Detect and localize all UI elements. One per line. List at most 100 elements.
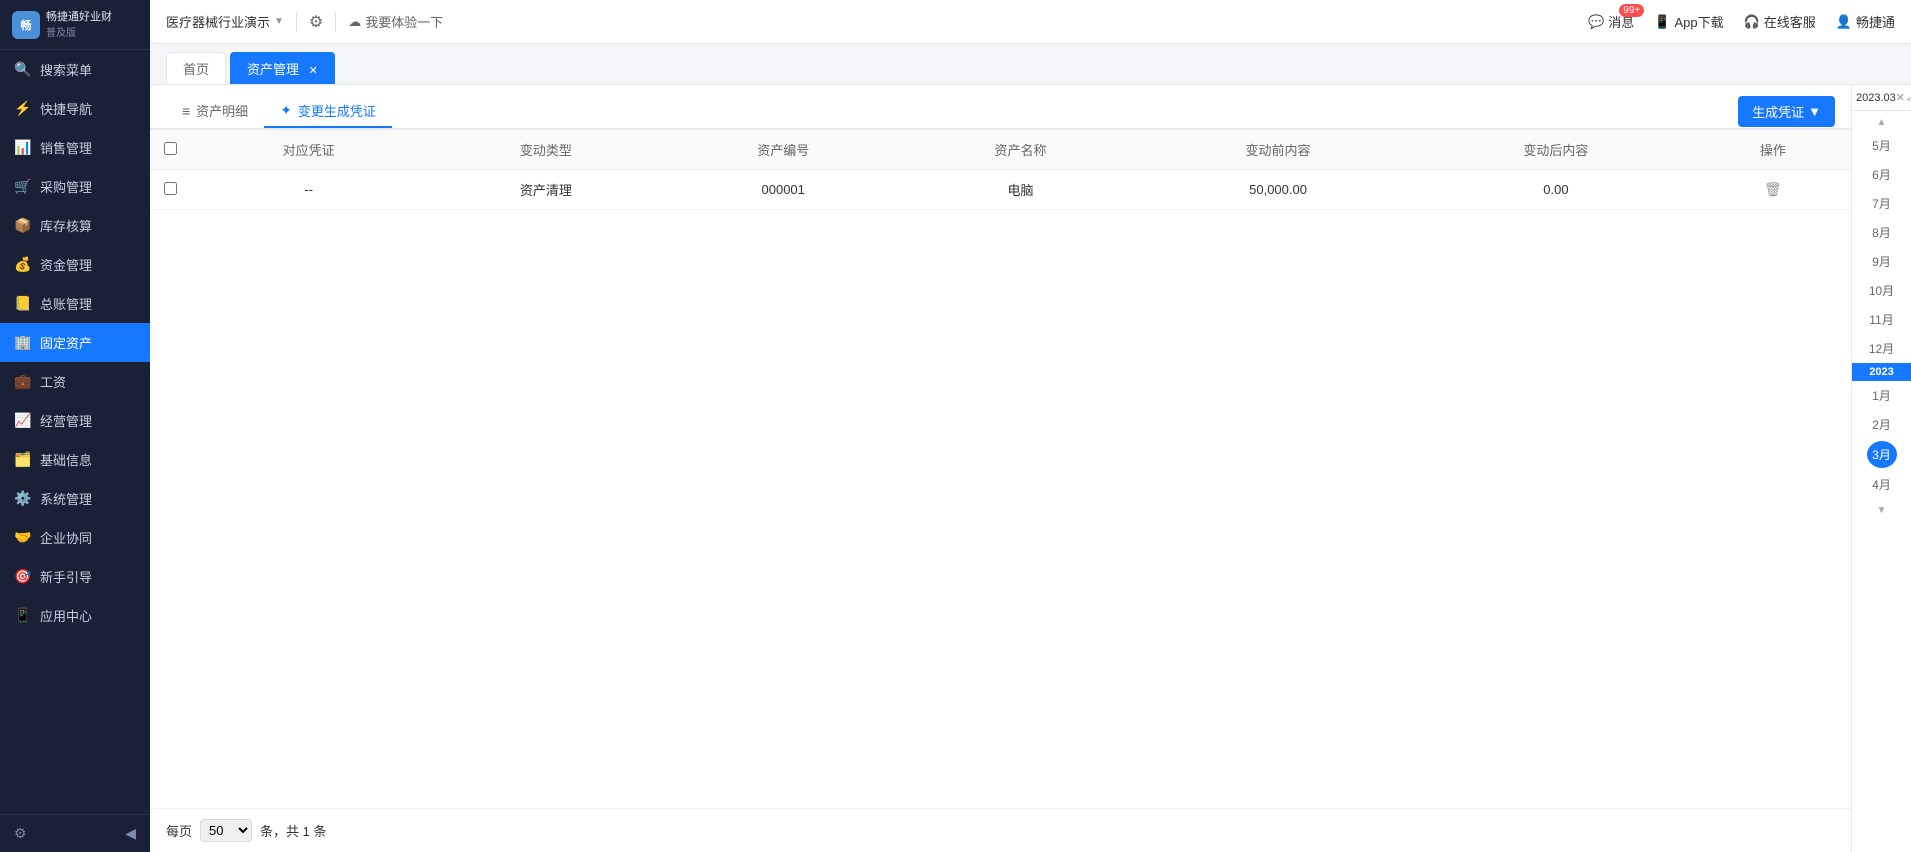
sidebar-item-label: 库存核算 — [40, 216, 92, 235]
sidebar-item-ledger[interactable]: 📒 总账管理 — [0, 284, 150, 323]
date-month-12[interactable]: 12月 — [1852, 334, 1911, 363]
funds-icon: 💰 — [14, 256, 32, 274]
ledger-icon: 📒 — [14, 295, 32, 313]
generate-voucher-button[interactable]: 生成凭证 ▼ — [1738, 96, 1835, 127]
sidebar-item-search[interactable]: 🔍 搜索菜单 — [0, 50, 150, 89]
sidebar-item-apps[interactable]: 📱 应用中心 — [0, 596, 150, 635]
delete-icon[interactable]: 🗑 — [1764, 181, 1782, 197]
date-month-1[interactable]: 1月 — [1852, 381, 1911, 410]
sidebar-item-fixed-assets[interactable]: 🏢 固定资产 — [0, 323, 150, 362]
message-btn[interactable]: 💬 消息 99+ — [1588, 12, 1634, 31]
year-marker[interactable]: 2023 — [1852, 363, 1911, 381]
subtab-voucher[interactable]: ✦ 变更生成凭证 — [264, 95, 392, 128]
sidebar-menu: 🔍 搜索菜单 ⚡ 快捷导航 📊 销售管理 🛒 采购管理 📦 库存核算 💰 资金管… — [0, 50, 150, 814]
date-sidebar: 2023.03 ✕ ⤢ ▲ 5月 6月 7月 8月 9月 10月 11月 12月… — [1851, 85, 1911, 852]
total-text: 条，共 1 条 — [260, 821, 326, 840]
date-scroll-down[interactable]: ▼ — [1852, 499, 1911, 519]
sidebar-item-guide[interactable]: 🎯 新手引导 — [0, 557, 150, 596]
sidebar-item-system[interactable]: ⚙️ 系统管理 — [0, 479, 150, 518]
date-panel-title: 2023.03 — [1856, 92, 1896, 104]
sales-icon: 📊 — [14, 139, 32, 157]
row-operation: 🗑 — [1695, 170, 1851, 210]
table-header-asset-code: 资产编号 — [665, 130, 902, 170]
company-name: 医疗器械行业演示 — [166, 12, 270, 31]
row-checkbox-cell — [150, 170, 190, 210]
sidebar-logo: 畅 畅捷通好业财 普及版 — [0, 0, 150, 50]
tab-asset[interactable]: 资产管理 ✕ — [230, 52, 335, 84]
app-name: 畅捷通好业财 — [46, 10, 112, 24]
tab-home[interactable]: 首页 — [166, 52, 226, 84]
tab-close-icon[interactable]: ✕ — [309, 65, 318, 77]
row-after-change: 0.00 — [1417, 170, 1695, 210]
search-icon: 🔍 — [14, 61, 32, 79]
date-month-11[interactable]: 11月 — [1852, 305, 1911, 334]
date-scroll-up[interactable]: ▲ — [1852, 111, 1911, 131]
per-page-select[interactable]: 50 10 20 100 — [200, 819, 252, 842]
collapse-icon[interactable]: ◀ — [125, 825, 136, 842]
expand-panel-icon[interactable]: ⤢ — [1907, 91, 1911, 104]
date-month-6[interactable]: 6月 — [1852, 160, 1911, 189]
row-checkbox[interactable] — [164, 182, 177, 195]
topbar-divider — [296, 12, 297, 32]
sidebar-item-label: 资金管理 — [40, 255, 92, 274]
fixed-assets-icon: 🏢 — [14, 334, 32, 352]
app-logo-icon: 畅 — [12, 11, 40, 39]
content-area: ≡ 资产明细 ✦ 变更生成凭证 生成凭证 ▼ — [150, 85, 1851, 852]
row-asset-code: 000001 — [665, 170, 902, 210]
dropdown-icon: ▼ — [274, 16, 284, 27]
subtab-bar: ≡ 资产明细 ✦ 变更生成凭证 生成凭证 ▼ — [150, 85, 1851, 129]
date-month-4[interactable]: 4月 — [1852, 470, 1911, 499]
sidebar-item-label: 经营管理 — [40, 411, 92, 430]
topbar-right: 💬 消息 99+ 📱 App下载 🎧 在线客服 👤 畅捷通 — [1588, 12, 1895, 31]
guide-icon: 🎯 — [14, 568, 32, 586]
message-icon: 💬 — [1588, 14, 1604, 30]
user-btn[interactable]: 👤 畅捷通 — [1836, 12, 1895, 31]
system-icon: ⚙️ — [14, 490, 32, 508]
tab-home-label: 首页 — [183, 62, 209, 77]
sidebar-item-label: 快捷导航 — [40, 99, 92, 118]
experience-btn[interactable]: ☁ 我要体验一下 — [348, 12, 443, 31]
company-selector[interactable]: 医疗器械行业演示 ▼ — [166, 12, 284, 31]
service-label: 在线客服 — [1764, 12, 1816, 31]
sidebar-item-ops[interactable]: 📈 经营管理 — [0, 401, 150, 440]
sidebar-item-purchase[interactable]: 🛒 采购管理 — [0, 167, 150, 206]
tabbar: 首页 资产管理 ✕ — [150, 44, 1911, 85]
dropdown-arrow-icon: ▼ — [1808, 104, 1821, 119]
sidebar-item-salary[interactable]: 💼 工资 — [0, 362, 150, 401]
cloud-icon: ☁ — [348, 14, 361, 30]
quicknav-icon: ⚡ — [14, 100, 32, 118]
date-month-2[interactable]: 2月 — [1852, 410, 1911, 439]
table-header-asset-name: 资产名称 — [902, 130, 1139, 170]
topbar-divider2 — [335, 12, 336, 32]
table-header-after-change: 变动后内容 — [1417, 130, 1695, 170]
subtab-detail-label: 资产明细 — [196, 101, 248, 120]
settings-bottom-icon[interactable]: ⚙ — [14, 825, 27, 842]
per-page-label: 每页 — [166, 821, 192, 840]
table-header-change-type: 变动类型 — [427, 130, 664, 170]
detail-tab-icon: ≡ — [182, 103, 190, 119]
table-row: -- 资产清理 000001 电脑 50,000.00 0.00 🗑 — [150, 170, 1851, 210]
sidebar-item-label: 固定资产 — [40, 333, 92, 352]
sidebar-item-funds[interactable]: 💰 资金管理 — [0, 245, 150, 284]
sidebar-item-basic[interactable]: 🗂️ 基础信息 — [0, 440, 150, 479]
sidebar-item-quicknav[interactable]: ⚡ 快捷导航 — [0, 89, 150, 128]
table-header-checkbox — [150, 130, 190, 170]
date-month-7[interactable]: 7月 — [1852, 189, 1911, 218]
date-month-3-selected[interactable]: 3月 — [1867, 441, 1897, 468]
service-btn[interactable]: 🎧 在线客服 — [1744, 12, 1816, 31]
date-month-5[interactable]: 5月 — [1852, 131, 1911, 160]
topbar-settings-icon[interactable]: ⚙ — [309, 12, 323, 32]
date-month-9[interactable]: 9月 — [1852, 247, 1911, 276]
sidebar-item-inventory[interactable]: 📦 库存核算 — [0, 206, 150, 245]
select-all-checkbox[interactable] — [164, 142, 177, 155]
topbar: 医疗器械行业演示 ▼ ⚙ ☁ 我要体验一下 💬 消息 99+ 📱 App下载 🎧… — [150, 0, 1911, 44]
subtab-detail[interactable]: ≡ 资产明细 — [166, 95, 264, 128]
sidebar-item-label: 搜索菜单 — [40, 60, 92, 79]
date-month-8[interactable]: 8月 — [1852, 218, 1911, 247]
sidebar-item-collab[interactable]: 🤝 企业协同 — [0, 518, 150, 557]
date-month-10[interactable]: 10月 — [1852, 276, 1911, 305]
sidebar-item-sales[interactable]: 📊 销售管理 — [0, 128, 150, 167]
close-panel-icon[interactable]: ✕ — [1896, 91, 1905, 104]
voucher-tab-icon: ✦ — [280, 102, 292, 119]
app-download-btn[interactable]: 📱 App下载 — [1654, 12, 1723, 31]
